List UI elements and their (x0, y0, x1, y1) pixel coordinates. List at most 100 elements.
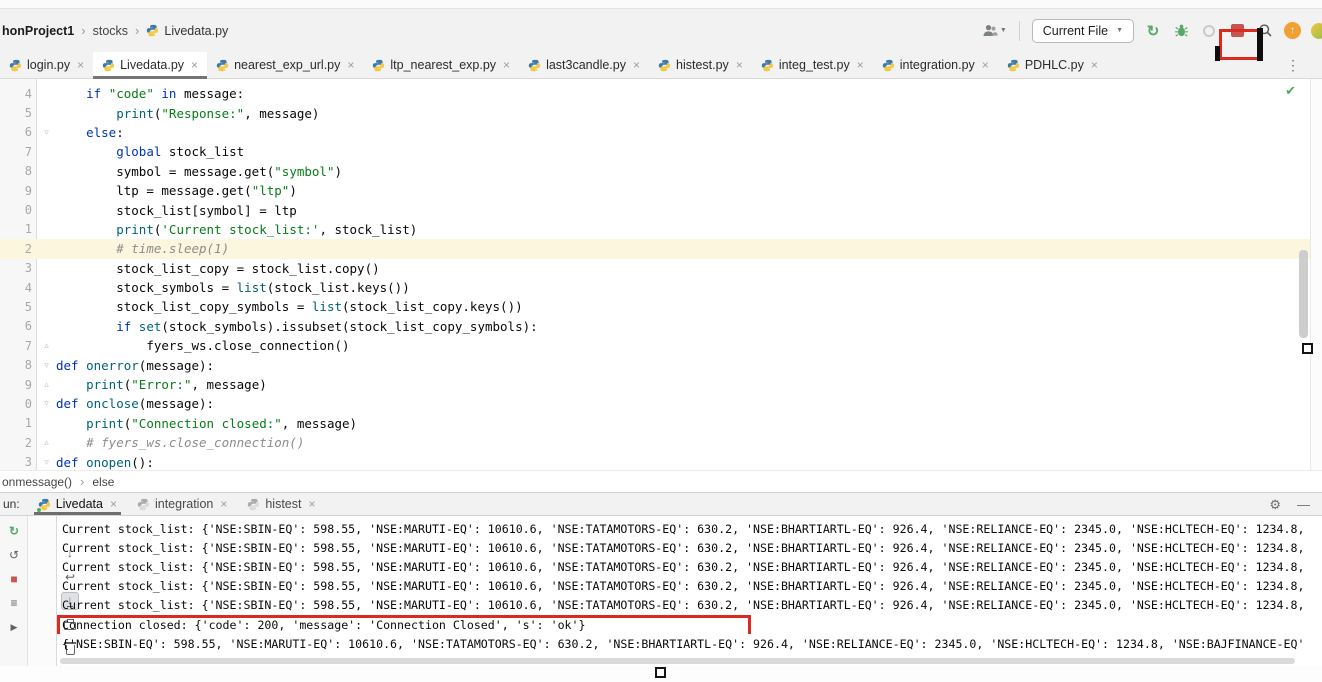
fold-marker-icon[interactable]: ▵ (37, 437, 56, 448)
breadcrumb-file[interactable]: Livedata.py (146, 24, 228, 38)
editor-tab-PDHLC.py[interactable]: PDHLC.py × (998, 52, 1107, 78)
fold-marker-icon[interactable]: ▵ (37, 340, 56, 351)
code-line[interactable]: 8 symbol = message.get("symbol") (0, 162, 1310, 181)
coverage-button[interactable] (1200, 22, 1218, 40)
code-line[interactable]: 3 stock_list_copy = stock_list.copy() (0, 259, 1310, 278)
code-line[interactable]: 2 # time.sleep(1) (0, 239, 1310, 259)
fold-marker-icon[interactable]: ▵ (37, 379, 56, 390)
tab-close-icon[interactable]: × (108, 498, 117, 510)
code-line[interactable]: 0 stock_list[symbol] = ltp (0, 200, 1310, 219)
code-line[interactable]: 7 global stock_list (0, 142, 1310, 161)
stop-process-icon[interactable]: ■ (5, 570, 23, 588)
editor-tab-login.py[interactable]: login.py × (0, 52, 93, 78)
running-indicator-icon (35, 506, 42, 513)
breadcrumb-folder[interactable]: stocks (93, 24, 128, 38)
code-line[interactable]: 1 print('Current stock_list:', stock_lis… (0, 220, 1310, 239)
code-line[interactable]: 3 ▿ def onopen(): (0, 452, 1310, 471)
code-with-me-icon[interactable] (1311, 22, 1322, 39)
tab-list-more-icon[interactable]: ⋮ (1286, 57, 1300, 74)
run-tab-Livedata[interactable]: Livedata × (28, 493, 127, 515)
editor-tab-last3candle.py[interactable]: last3candle.py × (519, 52, 649, 78)
fold-marker-icon[interactable]: ▿ (37, 457, 56, 468)
tab-close-icon[interactable]: × (189, 59, 198, 71)
console-line: {'NSE:SBIN-EQ': 598.55, 'NSE:MARUTI-EQ':… (62, 636, 1305, 651)
code-line[interactable]: 9 ▵ print("Error:", message) (0, 375, 1310, 394)
editor-tab-histest.py[interactable]: histest.py × (649, 52, 752, 78)
python-file-icon (1007, 59, 1020, 72)
code-line[interactable]: 5 print("Response:", message) (0, 103, 1310, 122)
code-text: stock_list_copy_symbols = list(stock_lis… (116, 299, 523, 315)
tab-close-icon[interactable]: × (980, 59, 989, 71)
debug-button[interactable] (1172, 22, 1190, 40)
code-line[interactable]: 4 if "code" in message: (0, 84, 1310, 103)
rerun-icon[interactable]: ↻ (5, 522, 23, 540)
minimize-icon[interactable]: — (1297, 497, 1310, 512)
breadcrumb-project[interactable]: honProject1 (2, 24, 74, 38)
arrow-up-icon: ↑ (1290, 25, 1295, 36)
run-configuration-selector[interactable]: Current File ▼ (1031, 18, 1134, 43)
stop-button[interactable] (1228, 22, 1246, 40)
user-account-button[interactable]: ▼ (982, 23, 1007, 39)
tab-label: histest.py (676, 58, 729, 72)
line-number: 4 (24, 280, 32, 295)
python-file-icon (137, 498, 150, 511)
tab-close-icon[interactable]: × (75, 59, 84, 71)
code-text: print("Connection closed:", message) (86, 415, 358, 431)
breadcrumb-block[interactable]: else (92, 475, 114, 489)
fold-marker-icon[interactable]: ▿ (37, 127, 56, 138)
breadcrumb-scope[interactable]: onmessage() (2, 475, 72, 489)
code-line[interactable]: 7 ▵ fyers_ws.close_connection() (0, 336, 1310, 355)
line-number: 6 (24, 125, 32, 140)
search-everywhere-button[interactable] (1256, 22, 1274, 40)
update-available-button[interactable]: ↑ (1284, 22, 1301, 39)
gear-icon[interactable]: ⚙ (1269, 497, 1281, 513)
run-console[interactable]: ↻ ↺ ■ ≡ ▶ ↑ ↓ ↩ ↓ Current stock_list: {'… (0, 516, 1322, 666)
editor-tab-integ_test.py[interactable]: integ_test.py × (752, 52, 873, 78)
pin-tab-icon[interactable]: ▶ (5, 618, 23, 636)
window-titlebar (0, 0, 1322, 9)
navigation-bar: honProject1 › stocks › Livedata.py ▼ Cur… (0, 9, 1322, 52)
line-number: 5 (24, 106, 32, 121)
tab-label: Livedata (55, 497, 103, 511)
editor-tab-integration.py[interactable]: integration.py × (873, 52, 998, 78)
code-line[interactable]: 6 ▿ else: (0, 123, 1310, 142)
editor-breadcrumb-bar: onmessage() › else (0, 470, 1322, 492)
run-tab-integration[interactable]: integration × (127, 493, 237, 515)
code-text: fyers_ws.close_connection() (146, 338, 350, 354)
code-line[interactable]: 1 print("Connection closed:", message) (0, 414, 1310, 433)
tab-close-icon[interactable]: × (345, 59, 354, 71)
tab-label: integration (154, 497, 214, 511)
editor-vertical-scrollbar[interactable] (1299, 250, 1308, 338)
console-horizontal-scrollbar[interactable] (60, 658, 1295, 664)
code-line[interactable]: 2 ▵ # fyers_ws.close_connection() (0, 433, 1310, 452)
tab-close-icon[interactable]: × (1089, 59, 1098, 71)
code-line[interactable]: 6 if set(stock_symbols).issubset(stock_l… (0, 317, 1310, 336)
code-editor[interactable]: 4 if "code" in message: 5 print("Response… (0, 79, 1322, 470)
line-number: 3 (24, 455, 32, 470)
rerun-button[interactable]: ↻ (1144, 22, 1162, 40)
code-line[interactable]: 8 ▿ def onerror(message): (0, 355, 1310, 374)
code-text: symbol = message.get("symbol") (116, 163, 343, 179)
code-line[interactable]: 0 ▿ def onclose(message): (0, 394, 1310, 413)
editor-tab-nearest_exp_url.py[interactable]: nearest_exp_url.py × (207, 52, 363, 78)
tab-close-icon[interactable]: × (218, 498, 227, 510)
tab-close-icon[interactable]: × (501, 59, 510, 71)
tab-close-icon[interactable]: × (631, 59, 640, 71)
rerun-failed-icon[interactable]: ↺ (5, 546, 23, 564)
fold-marker-icon[interactable]: ▿ (37, 398, 56, 409)
code-line[interactable]: 5 stock_list_copy_symbols = list(stock_l… (0, 297, 1310, 316)
editor-tab-ltp_nearest_exp.py[interactable]: ltp_nearest_exp.py × (363, 52, 519, 78)
tab-close-icon[interactable]: × (855, 59, 864, 71)
code-line[interactable]: 4 stock_symbols = list(stock_list.keys()… (0, 278, 1310, 297)
restore-layout-icon[interactable]: ≡ (5, 594, 23, 612)
tab-close-icon[interactable]: × (307, 498, 316, 510)
chevron-right-icon: › (135, 23, 140, 38)
fold-marker-icon[interactable]: ▿ (37, 360, 56, 371)
editor-tab-Livedata.py[interactable]: Livedata.py × (93, 52, 208, 79)
chevron-down-icon: ▼ (999, 27, 1007, 34)
code-line[interactable]: 9 ltp = message.get("ltp") (0, 181, 1310, 200)
python-file-icon (761, 59, 774, 72)
run-tab-histest[interactable]: histest × (237, 493, 325, 515)
tab-close-icon[interactable]: × (734, 59, 743, 71)
inspections-ok-icon[interactable]: ✔ (1285, 83, 1296, 99)
